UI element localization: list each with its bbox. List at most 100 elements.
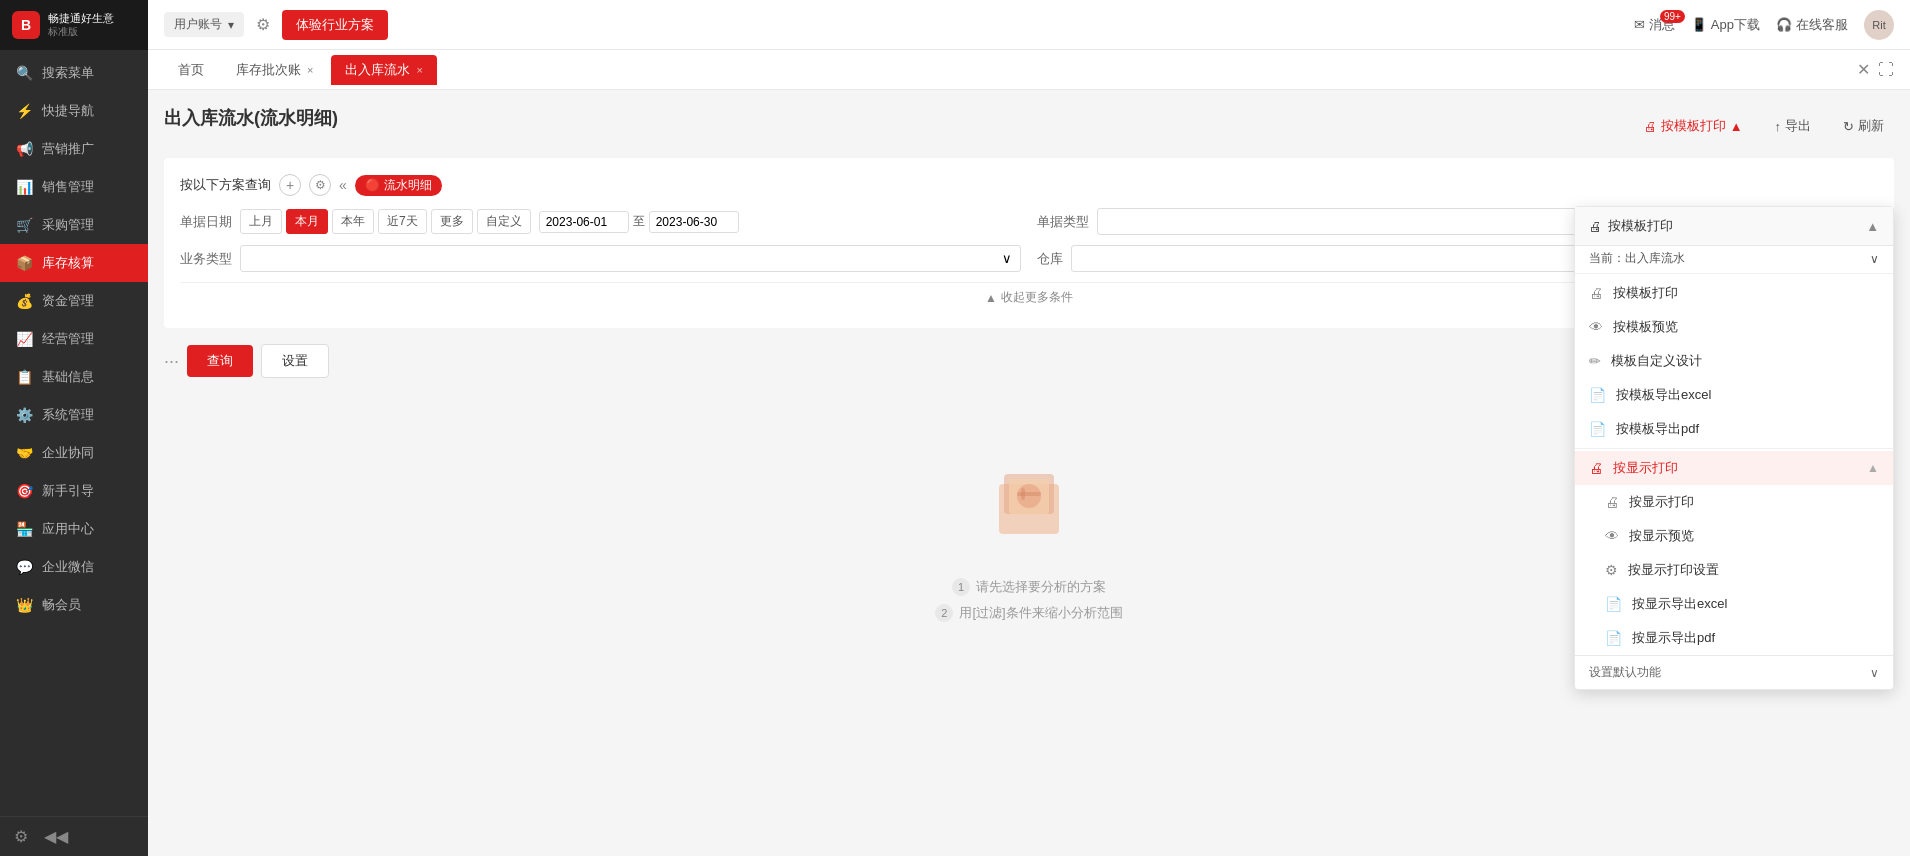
member-icon: 👑 xyxy=(14,597,34,613)
tab-batch-account[interactable]: 库存批次账 × xyxy=(222,55,327,85)
avatar-text: Rit xyxy=(1872,19,1885,31)
dropdown-item-display-preview[interactable]: 👁 按显示预览 xyxy=(1575,519,1893,553)
sidebar-item-marketing-label: 营销推广 xyxy=(42,140,94,158)
dropdown-item-template-print[interactable]: 🖨 按模板打印 xyxy=(1575,276,1893,310)
tab-flow[interactable]: 出入库流水 × xyxy=(331,55,436,85)
header-actions: ✉ 消息 99+ 📱 App下载 🎧 在线客服 Rit xyxy=(1634,10,1894,40)
dropdown-item-display-print[interactable]: 🖨 按显示打印 xyxy=(1575,485,1893,519)
business-type-select[interactable]: ∨ xyxy=(240,245,1021,272)
expand-icon[interactable]: ⛶ xyxy=(1878,61,1894,79)
template-export-excel-label: 按模板导出excel xyxy=(1616,386,1711,404)
trial-button[interactable]: 体验行业方案 xyxy=(282,10,388,40)
filter-settings-button[interactable]: ⚙ xyxy=(309,174,331,196)
avatar[interactable]: Rit xyxy=(1864,10,1894,40)
more-dots-icon[interactable]: ··· xyxy=(164,351,179,372)
tabs-actions: ✕ ⛶ xyxy=(1857,60,1894,79)
sidebar-item-cooperation[interactable]: 🤝 企业协同 xyxy=(0,434,148,472)
dropdown-header: 🖨 按模板打印 ▲ xyxy=(1575,207,1893,246)
refresh-button[interactable]: ↻ 刷新 xyxy=(1833,112,1894,140)
export-button[interactable]: ↑ 导出 xyxy=(1765,112,1822,140)
sidebar-item-guide[interactable]: 🎯 新手引导 xyxy=(0,472,148,510)
display-print-settings-icon: ⚙ xyxy=(1605,562,1618,578)
app-download-label: App下载 xyxy=(1711,16,1760,34)
sidebar-item-sales[interactable]: 📊 销售管理 xyxy=(0,168,148,206)
display-preview-label: 按显示预览 xyxy=(1629,527,1694,545)
dropdown-section-display[interactable]: 🖨 按显示打印 ▲ xyxy=(1575,451,1893,485)
sidebar-item-operations[interactable]: 📈 经营管理 xyxy=(0,320,148,358)
online-service-action[interactable]: 🎧 在线客服 xyxy=(1776,16,1848,34)
messages-action[interactable]: ✉ 消息 99+ xyxy=(1634,16,1675,34)
display-section-arrow: ▲ xyxy=(1867,461,1879,475)
template-preview-label: 按模板预览 xyxy=(1613,318,1678,336)
sidebar-item-marketing[interactable]: 📢 营销推广 xyxy=(0,130,148,168)
current-label-text: 当前：出入库流水 xyxy=(1589,250,1685,267)
sales-icon: 📊 xyxy=(14,179,34,195)
dropdown-item-template-export-pdf[interactable]: 📄 按模板导出pdf xyxy=(1575,412,1893,446)
dropdown-item-template-customize[interactable]: ✏ 模板自定义设计 xyxy=(1575,344,1893,378)
empty-hint-1-text: 请先选择要分析的方案 xyxy=(976,578,1106,596)
footer-arrow: ∨ xyxy=(1870,666,1879,680)
search-icon: 🔍 xyxy=(14,65,34,81)
sidebar-item-quick-nav[interactable]: ⚡ 快捷导航 xyxy=(0,92,148,130)
dropdown-item-display-export-excel[interactable]: 📄 按显示导出excel xyxy=(1575,587,1893,621)
dropdown-footer[interactable]: 设置默认功能 ∨ xyxy=(1575,655,1893,689)
template-preview-icon: 👁 xyxy=(1589,319,1603,335)
footer-label: 设置默认功能 xyxy=(1589,664,1661,681)
header-settings-icon[interactable]: ⚙ xyxy=(256,15,270,34)
expand-arrow-icon: ▲ xyxy=(1730,119,1743,134)
dropdown-item-template-export-excel[interactable]: 📄 按模板导出excel xyxy=(1575,378,1893,412)
business-type-field: 业务类型 ∨ xyxy=(180,245,1021,272)
filter-add-button[interactable]: + xyxy=(279,174,301,196)
dropdown-expand-icon: ▲ xyxy=(1866,219,1879,234)
warehouse-label: 仓库 xyxy=(1037,250,1063,268)
sidebar-logo: B 畅捷通好生意 标准版 xyxy=(0,0,148,50)
sidebar-item-inventory[interactable]: 📦 库存核算 xyxy=(0,244,148,282)
dropdown-current-label[interactable]: 当前：出入库流水 ∨ xyxy=(1575,246,1893,271)
date-btn-this-year[interactable]: 本年 xyxy=(332,209,374,234)
date-from-input[interactable] xyxy=(539,211,629,233)
settings-button[interactable]: 设置 xyxy=(261,344,329,378)
tabs-bar: 首页 库存批次账 × 出入库流水 × ✕ ⛶ xyxy=(148,50,1910,90)
dropdown-item-template-preview[interactable]: 👁 按模板预览 xyxy=(1575,310,1893,344)
content-toolbar: 🖨 按模板打印 ▲ ↑ 导出 ↻ 刷新 xyxy=(1634,112,1894,140)
display-section-icon: 🖨 xyxy=(1589,460,1603,476)
online-service-label: 在线客服 xyxy=(1796,16,1848,34)
filter-collapse-button[interactable]: « xyxy=(339,177,347,193)
tab-flow-close[interactable]: × xyxy=(416,64,422,76)
template-print-label: 按模板打印 xyxy=(1613,284,1678,302)
date-btn-more[interactable]: 更多 xyxy=(431,209,473,234)
sidebar-item-purchase[interactable]: 🛒 采购管理 xyxy=(0,206,148,244)
sidebar-item-app-center[interactable]: 🏪 应用中心 xyxy=(0,510,148,548)
close-all-icon[interactable]: ✕ xyxy=(1857,60,1870,79)
date-btn-this-month[interactable]: 本月 xyxy=(286,209,328,234)
sidebar-item-wechat[interactable]: 💬 企业微信 xyxy=(0,548,148,586)
inventory-icon: 📦 xyxy=(14,255,34,271)
collapse-label: 收起更多条件 xyxy=(1001,289,1073,306)
template-customize-label: 模板自定义设计 xyxy=(1611,352,1702,370)
message-icon: ✉ xyxy=(1634,17,1645,32)
tab-batch-account-close[interactable]: × xyxy=(307,64,313,76)
query-button[interactable]: 查询 xyxy=(187,345,253,377)
date-btn-custom[interactable]: 自定义 xyxy=(477,209,531,234)
sidebar-settings-icon[interactable]: ⚙ xyxy=(14,827,28,846)
sidebar-item-member[interactable]: 👑 畅会员 xyxy=(0,586,148,624)
user-selector[interactable]: 用户账号 ▾ xyxy=(164,12,244,37)
sidebar-item-basics[interactable]: 📋 基础信息 xyxy=(0,358,148,396)
app-download-action[interactable]: 📱 App下载 xyxy=(1691,16,1760,34)
dropdown-item-display-print-settings[interactable]: ⚙ 按显示打印设置 xyxy=(1575,553,1893,587)
collapse-up-icon: ▲ xyxy=(985,291,997,305)
dropdown-item-display-export-pdf[interactable]: 📄 按显示导出pdf xyxy=(1575,621,1893,655)
date-btn-last-month[interactable]: 上月 xyxy=(240,209,282,234)
sidebar-item-finance[interactable]: 💰 资金管理 xyxy=(0,282,148,320)
date-range: 至 xyxy=(539,211,739,233)
date-to-input[interactable] xyxy=(649,211,739,233)
sidebar-item-search[interactable]: 🔍 搜索菜单 xyxy=(0,54,148,92)
operations-icon: 📈 xyxy=(14,331,34,347)
filter-tag-icon: 🔴 xyxy=(365,178,380,192)
print-template-button[interactable]: 🖨 按模板打印 ▲ xyxy=(1634,112,1753,140)
empty-hint-2-text: 用[过滤]条件来缩小分析范围 xyxy=(959,604,1122,622)
date-btn-last-7-days[interactable]: 近7天 xyxy=(378,209,427,234)
sidebar-collapse-icon[interactable]: ◀◀ xyxy=(44,827,68,846)
tab-home[interactable]: 首页 xyxy=(164,55,218,85)
sidebar-item-system[interactable]: ⚙️ 系统管理 xyxy=(0,396,148,434)
